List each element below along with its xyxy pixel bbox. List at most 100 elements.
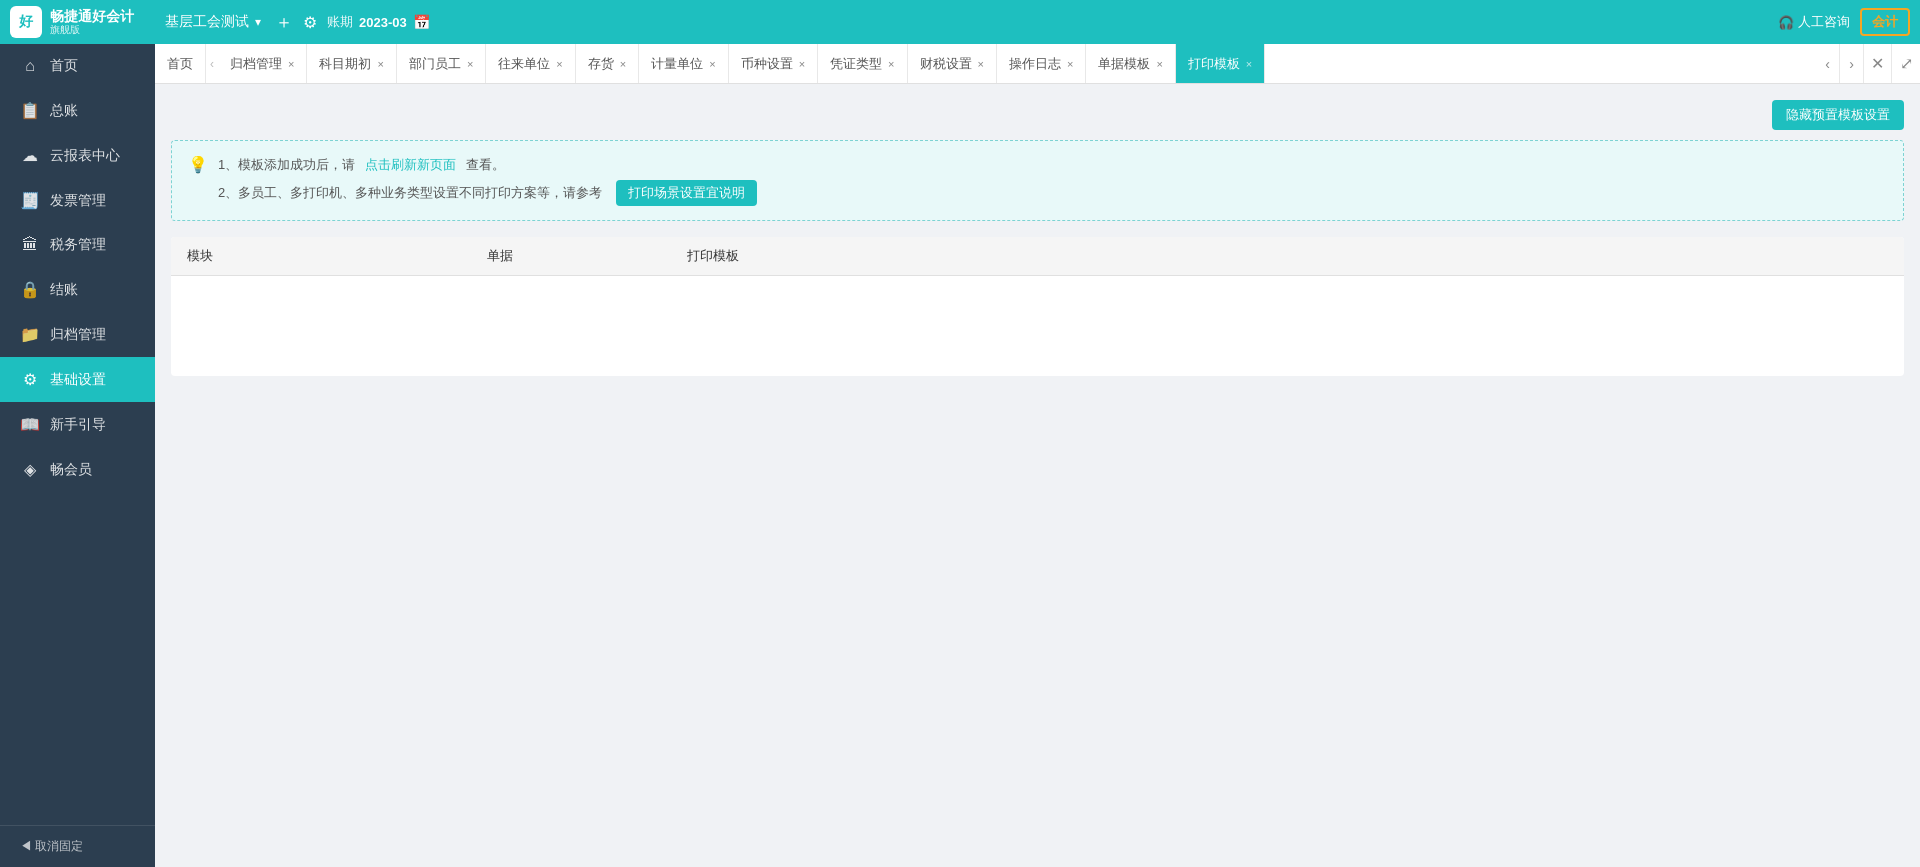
period-label: 账期 <box>327 13 353 31</box>
tab-subject[interactable]: 科目期初 × <box>307 44 396 83</box>
main-area: 首页‹归档管理×科目期初×部门员工×往来单位×存货×计量单位×币种设置×凭证类型… <box>155 44 1920 867</box>
sidebar-item-member[interactable]: ◈畅会员 <box>0 447 155 492</box>
tab-close-dept[interactable]: × <box>467 58 473 70</box>
add-company-icon[interactable]: ＋ <box>275 10 293 34</box>
company-name: 基层工会测试 <box>165 13 249 31</box>
hide-preview-button[interactable]: 隐藏预置模板设置 <box>1772 100 1904 130</box>
info-row-2: 2、多员工、多打印机、多种业务类型设置不同打印方案等，请参考 打印场景设置宜说明 <box>188 180 1887 206</box>
top-bar: 好 畅捷通好会计 旗舰版 基层工会测试 ▾ ＋ ⚙ 账期 2023-03 📅 🎧… <box>0 0 1920 44</box>
period-value: 2023-03 <box>359 15 407 30</box>
tab-printtemplate[interactable]: 打印模板 × <box>1176 44 1265 83</box>
calendar-icon[interactable]: 📅 <box>413 14 430 30</box>
tab-label-subject: 科目期初 <box>319 55 371 73</box>
sidebar-icon-closing: 🔒 <box>20 280 40 299</box>
logo-main: 畅捷通好会计 <box>50 8 134 25</box>
tab-close-currency[interactable]: × <box>799 58 805 70</box>
sidebar-icon-archive: 📁 <box>20 325 40 344</box>
tab-currency[interactable]: 币种设置 × <box>729 44 818 83</box>
tab-unit[interactable]: 计量单位 × <box>639 44 728 83</box>
tab-close-inventory[interactable]: × <box>620 58 626 70</box>
sidebar-label-guide: 新手引导 <box>50 416 106 434</box>
sidebar-item-home[interactable]: ⌂首页 <box>0 44 155 88</box>
support-button[interactable]: 🎧 人工咨询 <box>1778 13 1850 31</box>
tab-oplog[interactable]: 操作日志 × <box>997 44 1086 83</box>
explain-button[interactable]: 打印场景设置宜说明 <box>616 180 757 206</box>
logo-icon: 好 <box>10 6 42 38</box>
top-right: 🎧 人工咨询 会计 <box>1778 8 1910 36</box>
table-header: 模块 单据 打印模板 <box>171 237 1904 276</box>
sidebar-item-guide[interactable]: 📖新手引导 <box>0 402 155 447</box>
sidebar-item-tax[interactable]: 🏛税务管理 <box>0 223 155 267</box>
tab-inventory[interactable]: 存货 × <box>576 44 639 83</box>
tab-voucher[interactable]: 凭证类型 × <box>818 44 907 83</box>
tab-label-supplier: 往来单位 <box>498 55 550 73</box>
support-label: 人工咨询 <box>1798 13 1850 31</box>
tab-label-oplog: 操作日志 <box>1009 55 1061 73</box>
sidebar-icon-reports: ☁ <box>20 146 40 165</box>
tab-close-supplier[interactable]: × <box>556 58 562 70</box>
sidebar-item-closing[interactable]: 🔒结账 <box>0 267 155 312</box>
tabs-prev-button[interactable]: ‹ <box>1816 44 1840 83</box>
tabs-close-all-button[interactable]: ✕ <box>1864 44 1892 83</box>
table-body <box>171 276 1904 376</box>
info-line1-post: 查看。 <box>466 156 505 174</box>
layout: ⌂首页📋总账 ☁ 云报表中心 🧾 发票管理 🏛税务管理🔒结账 📁 归档管理 ⚙基础设置📖新手引导… <box>0 44 1920 867</box>
tab-close-archive[interactable]: × <box>288 58 294 70</box>
action-bar: 隐藏预置模板设置 <box>171 100 1904 130</box>
tab-close-unit[interactable]: × <box>709 58 715 70</box>
sidebar-items: ⌂首页📋总账 ☁ 云报表中心 🧾 发票管理 🏛税务管理🔒结账 📁 归档管理 ⚙基础设置📖新手引导… <box>0 44 155 492</box>
tab-close-taxsetting[interactable]: × <box>978 58 984 70</box>
sidebar-item-settings[interactable]: ⚙基础设置 <box>0 357 155 402</box>
headset-icon: 🎧 <box>1778 15 1794 30</box>
tab-close-subject[interactable]: × <box>377 58 383 70</box>
tab-taxsetting[interactable]: 财税设置× <box>908 44 997 83</box>
col-module: 模块 <box>171 237 471 275</box>
sidebar-label-home: 首页 <box>50 57 78 75</box>
tab-close-voucher[interactable]: × <box>888 58 894 70</box>
tabs-breadcrumb-sep: ‹ <box>206 44 218 83</box>
kuaiji-button[interactable]: 会计 <box>1860 8 1910 36</box>
tab-home-label: 首页 <box>167 55 193 73</box>
tab-label-singledoc: 单据模板 <box>1098 55 1150 73</box>
sidebar-icon-settings: ⚙ <box>20 370 40 389</box>
period-area: 账期 2023-03 📅 <box>327 13 430 31</box>
info-line1-pre: 1、模板添加成功后，请 <box>218 156 355 174</box>
tab-close-oplog[interactable]: × <box>1067 58 1073 70</box>
col-template: 打印模板 <box>671 237 1904 275</box>
tabs-expand-button[interactable]: ⤢ <box>1892 44 1920 83</box>
sidebar-footer[interactable]: ◀ 取消固定 <box>0 825 155 867</box>
logo-sub: 旗舰版 <box>50 24 134 36</box>
tab-label-inventory: 存货 <box>588 55 614 73</box>
sidebar-item-archive[interactable]: 📁 归档管理 <box>0 312 155 357</box>
tab-home[interactable]: 首页 <box>155 44 206 83</box>
sidebar-item-reports[interactable]: ☁ 云报表中心 <box>0 133 155 178</box>
sidebar-label-tax: 税务管理 <box>50 236 106 254</box>
tab-label-voucher: 凭证类型 <box>830 55 882 73</box>
tabs-next-button[interactable]: › <box>1840 44 1864 83</box>
tab-close-printtemplate[interactable]: × <box>1246 58 1252 70</box>
tab-dept[interactable]: 部门员工× <box>397 44 486 83</box>
sidebar-icon-member: ◈ <box>20 460 40 479</box>
tab-singledoc[interactable]: 单据模板 × <box>1086 44 1175 83</box>
sidebar-icon-invoice: 🧾 <box>20 191 40 210</box>
tabs-container: 首页‹归档管理×科目期初×部门员工×往来单位×存货×计量单位×币种设置×凭证类型… <box>155 44 1816 83</box>
sidebar-label-invoice: 发票管理 <box>50 192 106 210</box>
sidebar-label-archive: 归档管理 <box>50 326 106 344</box>
sidebar-icon-ledger: 📋 <box>20 101 40 120</box>
settings-icon[interactable]: ⚙ <box>303 13 317 32</box>
tab-label-currency: 币种设置 <box>741 55 793 73</box>
logo-text: 畅捷通好会计 旗舰版 <box>50 8 134 37</box>
tab-close-singledoc[interactable]: × <box>1156 58 1162 70</box>
sidebar: ⌂首页📋总账 ☁ 云报表中心 🧾 发票管理 🏛税务管理🔒结账 📁 归档管理 ⚙基础设置📖新手引导… <box>0 44 155 867</box>
col-doc: 单据 <box>471 237 671 275</box>
info-box: 💡 1、模板添加成功后，请 点击刷新新页面 查看。 2、多员工、多打印机、多种业… <box>171 140 1904 221</box>
sidebar-item-invoice[interactable]: 🧾 发票管理 <box>0 178 155 223</box>
tab-label-unit: 计量单位 <box>651 55 703 73</box>
sidebar-label-reports: 云报表中心 <box>50 147 120 165</box>
tab-label-printtemplate: 打印模板 <box>1188 55 1240 73</box>
company-dropdown-icon[interactable]: ▾ <box>255 15 261 29</box>
tab-supplier[interactable]: 往来单位 × <box>486 44 575 83</box>
tab-archive[interactable]: 归档管理× <box>218 44 307 83</box>
sidebar-item-ledger[interactable]: 📋总账 <box>0 88 155 133</box>
refresh-link[interactable]: 点击刷新新页面 <box>365 156 456 174</box>
